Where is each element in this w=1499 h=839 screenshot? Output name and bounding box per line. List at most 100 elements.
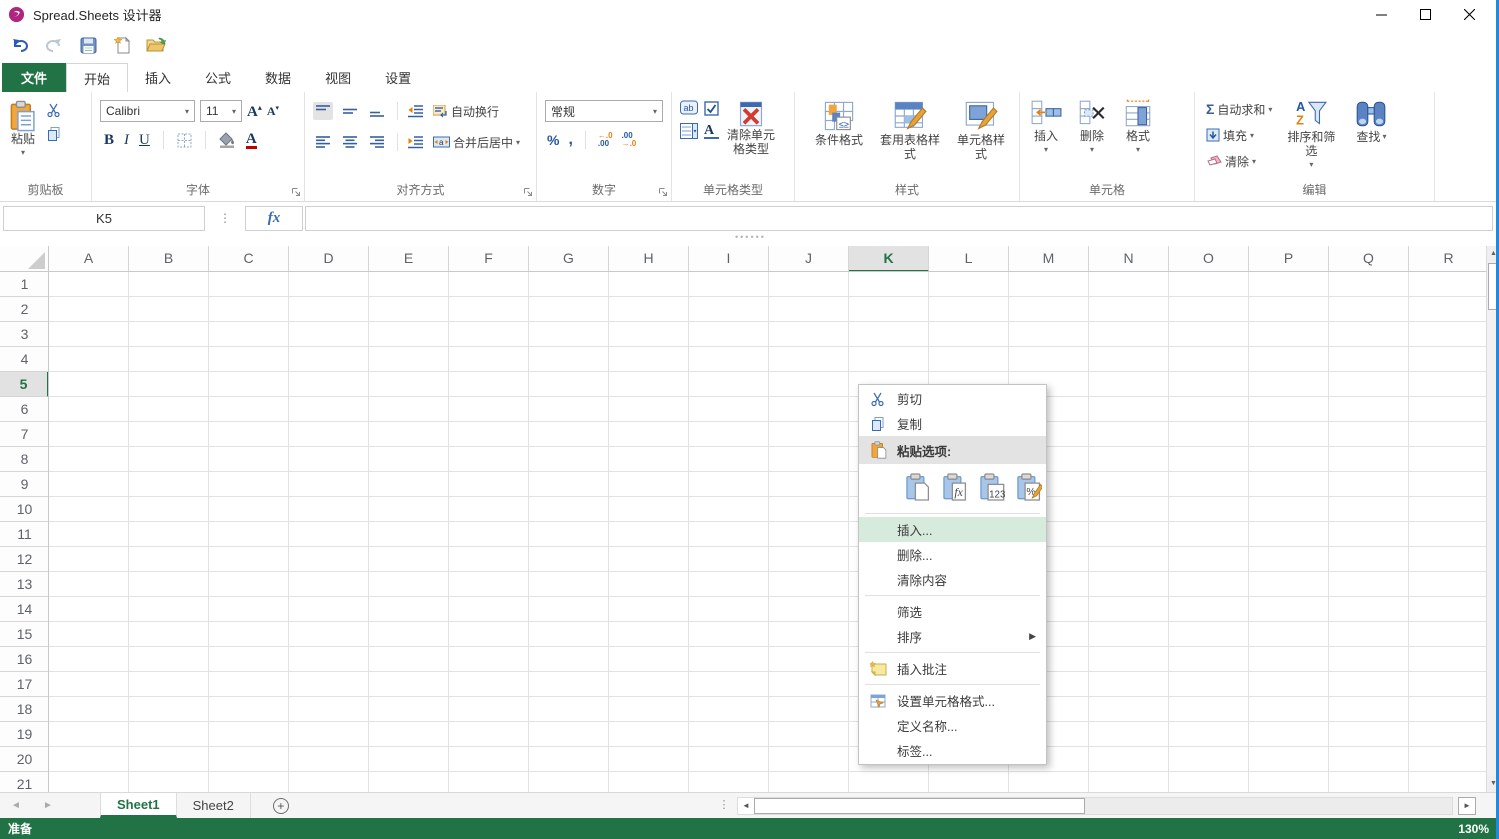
column-header-D[interactable]: D	[289, 246, 369, 271]
scroll-right-button[interactable]: ►	[1458, 797, 1476, 815]
find-button[interactable]: 查找 ▾	[1345, 98, 1397, 172]
column-header-M[interactable]: M	[1009, 246, 1089, 271]
column-header-O[interactable]: O	[1169, 246, 1249, 271]
column-header-G[interactable]: G	[529, 246, 609, 271]
row-header-5[interactable]: 5	[0, 372, 48, 397]
close-button[interactable]	[1447, 0, 1491, 28]
column-header-K[interactable]: K	[849, 246, 929, 271]
hyperlink-celltype-button[interactable]: A	[704, 124, 719, 139]
row-header-4[interactable]: 4	[0, 347, 48, 372]
undo-button[interactable]	[8, 33, 32, 57]
horizontal-scrollbar[interactable]: ◄	[737, 797, 1453, 815]
format-as-table-button[interactable]: 套用表格样式	[880, 99, 940, 161]
row-header-13[interactable]: 13	[0, 572, 48, 597]
row-header-14[interactable]: 14	[0, 597, 48, 622]
row-header-15[interactable]: 15	[0, 622, 48, 647]
decrease-indent-button[interactable]	[408, 104, 423, 118]
tab-settings[interactable]: 设置	[368, 63, 428, 92]
tab-formulas[interactable]: 公式	[188, 63, 248, 92]
column-header-C[interactable]: C	[209, 246, 289, 271]
column-header-I[interactable]: I	[689, 246, 769, 271]
font-name-combo[interactable]: Calibri ▾	[100, 100, 195, 122]
tab-view[interactable]: 视图	[308, 63, 368, 92]
column-header-R[interactable]: R	[1409, 246, 1486, 271]
column-header-B[interactable]: B	[129, 246, 209, 271]
comma-style-button[interactable]: ,	[568, 131, 572, 149]
row-header-21[interactable]: 21	[0, 772, 48, 792]
wrap-text-button[interactable]: 自动换行	[430, 100, 502, 122]
menu-item-insert-comment[interactable]: 插入批注	[859, 656, 1046, 681]
row-header-16[interactable]: 16	[0, 647, 48, 672]
percent-style-button[interactable]: %	[547, 132, 559, 148]
format-cells-button[interactable]: 格式 ▾	[1122, 99, 1154, 157]
delete-cells-button[interactable]: 删除 ▾	[1076, 99, 1108, 157]
column-header-E[interactable]: E	[369, 246, 449, 271]
align-bottom-button[interactable]	[367, 102, 387, 120]
number-dialog-launcher[interactable]	[658, 187, 668, 197]
clear-celltype-button[interactable]: 清除单元格类型	[725, 100, 777, 156]
insert-cells-button[interactable]: 插入 ▾	[1030, 99, 1062, 157]
italic-button[interactable]: I	[124, 132, 129, 149]
menu-item-cut[interactable]: 剪切	[859, 386, 1046, 411]
row-header-17[interactable]: 17	[0, 672, 48, 697]
number-format-combo[interactable]: 常规 ▾	[545, 100, 663, 122]
row-header-3[interactable]: 3	[0, 322, 48, 347]
increase-decimal-button[interactable]: ←.0.00	[598, 132, 613, 148]
font-size-combo[interactable]: 11 ▾	[200, 100, 242, 122]
sheet-bar-handle[interactable]: ⋮	[716, 793, 732, 819]
zoom-level-label[interactable]: 130%	[1458, 822, 1489, 836]
sheet-nav-prev-button[interactable]: ◄	[0, 793, 32, 818]
open-file-button[interactable]	[144, 33, 168, 57]
column-header-N[interactable]: N	[1089, 246, 1169, 271]
sheet-nav-next-button[interactable]: ►	[32, 793, 64, 818]
name-box[interactable]: K5	[3, 205, 205, 231]
row-header-11[interactable]: 11	[0, 522, 48, 547]
tab-home[interactable]: 开始	[66, 63, 129, 92]
decrease-font-button[interactable]: A▾	[267, 103, 279, 119]
paste-button-formulas[interactable]: fx	[940, 470, 970, 504]
align-right-button[interactable]	[367, 133, 387, 151]
align-left-button[interactable]	[313, 133, 333, 151]
column-header-P[interactable]: P	[1249, 246, 1329, 271]
align-middle-button[interactable]	[340, 102, 360, 120]
grid-cells[interactable]	[49, 272, 1486, 792]
increase-indent-button[interactable]	[408, 135, 423, 149]
copy-button[interactable]	[46, 126, 62, 142]
paste-button[interactable]: 粘贴 ▾	[8, 100, 38, 160]
formula-grid-splitter[interactable]: ••••••	[735, 233, 764, 242]
scroll-left-button[interactable]: ◄	[738, 798, 755, 814]
new-file-button[interactable]	[110, 33, 134, 57]
font-color-button[interactable]: A	[245, 131, 257, 149]
align-top-button[interactable]	[313, 102, 333, 120]
horizontal-scroll-thumb[interactable]	[755, 798, 1085, 814]
row-header-12[interactable]: 12	[0, 547, 48, 572]
column-header-J[interactable]: J	[769, 246, 849, 271]
fx-button[interactable]: fx	[245, 205, 303, 231]
clear-button[interactable]: 清除 ▾	[1203, 150, 1275, 172]
autosum-button[interactable]: Σ 自动求和 ▾	[1203, 98, 1275, 120]
tab-data[interactable]: 数据	[248, 63, 308, 92]
formula-input[interactable]	[305, 205, 1493, 231]
column-header-F[interactable]: F	[449, 246, 529, 271]
font-dialog-launcher[interactable]	[291, 187, 301, 197]
row-header-7[interactable]: 7	[0, 422, 48, 447]
save-button[interactable]	[76, 33, 100, 57]
paste-button-formatting[interactable]: %	[1014, 470, 1044, 504]
conditional-format-button[interactable]: ≤≥ 条件格式	[808, 99, 870, 161]
menu-item-tag[interactable]: 标签...	[859, 738, 1046, 763]
decrease-decimal-button[interactable]: .00 →.0	[622, 132, 637, 148]
redo-button[interactable]	[42, 33, 66, 57]
borders-button[interactable]	[177, 133, 192, 148]
menu-item-copy[interactable]: 复制	[859, 411, 1046, 436]
column-header-L[interactable]: L	[929, 246, 1009, 271]
increase-font-button[interactable]: A▴	[247, 102, 262, 121]
row-header-1[interactable]: 1	[0, 272, 48, 297]
row-header-10[interactable]: 10	[0, 497, 48, 522]
select-all-corner[interactable]	[0, 246, 49, 272]
paste-button-all[interactable]	[903, 470, 933, 504]
menu-item-format-cells[interactable]: 设置单元格格式...	[859, 688, 1046, 713]
row-header-6[interactable]: 6	[0, 397, 48, 422]
fill-button[interactable]: 填充 ▾	[1203, 124, 1275, 146]
menu-item-filter[interactable]: 筛选	[859, 599, 1046, 624]
row-header-8[interactable]: 8	[0, 447, 48, 472]
